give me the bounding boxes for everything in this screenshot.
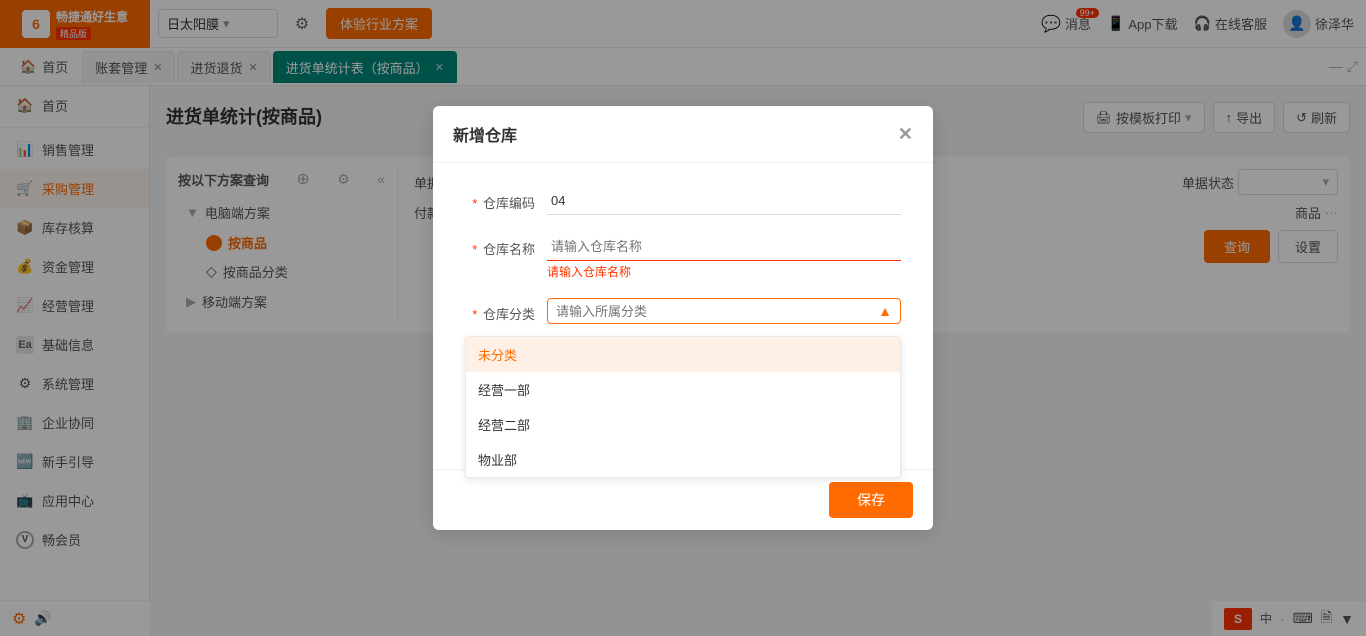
dialog-close-button[interactable]: ✕ xyxy=(898,124,913,145)
form-row-category: * 仓库分类 ▲ 未分类 经营一部 经营二部 物业部 xyxy=(465,298,901,324)
code-field-label: 仓库编码 xyxy=(483,196,535,211)
name-input[interactable] xyxy=(547,233,901,261)
form-row-code: * 仓库编码 xyxy=(465,187,901,215)
category-input[interactable] xyxy=(556,304,878,319)
dialog-body: * 仓库编码 * 仓库名称 请输入仓库名称 * xyxy=(433,163,933,469)
name-error-msg: 请输入仓库名称 xyxy=(547,263,901,280)
required-mark-category: * xyxy=(472,307,477,322)
category-label: * 仓库分类 xyxy=(465,298,535,323)
category-field-label: 仓库分类 xyxy=(483,307,535,322)
dialog-overlay: 新增仓库 ✕ * 仓库编码 * 仓库名称 请输入仓库名称 xyxy=(0,0,1366,636)
category-dropdown-list: 未分类 经营一部 经营二部 物业部 xyxy=(465,336,901,478)
dropdown-item-1[interactable]: 经营一部 xyxy=(466,372,900,407)
code-label: * 仓库编码 xyxy=(465,187,535,212)
name-field-wrap: 请输入仓库名称 xyxy=(547,233,901,280)
dropdown-item-3[interactable]: 物业部 xyxy=(466,442,900,477)
form-row-name: * 仓库名称 请输入仓库名称 xyxy=(465,233,901,280)
add-warehouse-dialog: 新增仓库 ✕ * 仓库编码 * 仓库名称 请输入仓库名称 xyxy=(433,106,933,530)
category-dropdown-arrow-icon[interactable]: ▲ xyxy=(878,303,892,319)
code-input[interactable] xyxy=(547,187,901,215)
dialog-header: 新增仓库 ✕ xyxy=(433,106,933,163)
dialog-title: 新增仓库 xyxy=(453,122,517,146)
category-input-wrap[interactable]: ▲ xyxy=(547,298,901,324)
required-mark-name: * xyxy=(472,242,477,257)
dropdown-item-0[interactable]: 未分类 xyxy=(466,337,900,372)
name-label: * 仓库名称 xyxy=(465,233,535,258)
save-button[interactable]: 保存 xyxy=(829,482,913,518)
required-mark: * xyxy=(472,196,477,211)
dialog-footer: 保存 xyxy=(433,469,933,530)
dropdown-item-2[interactable]: 经营二部 xyxy=(466,407,900,442)
name-field-label: 仓库名称 xyxy=(483,242,535,257)
